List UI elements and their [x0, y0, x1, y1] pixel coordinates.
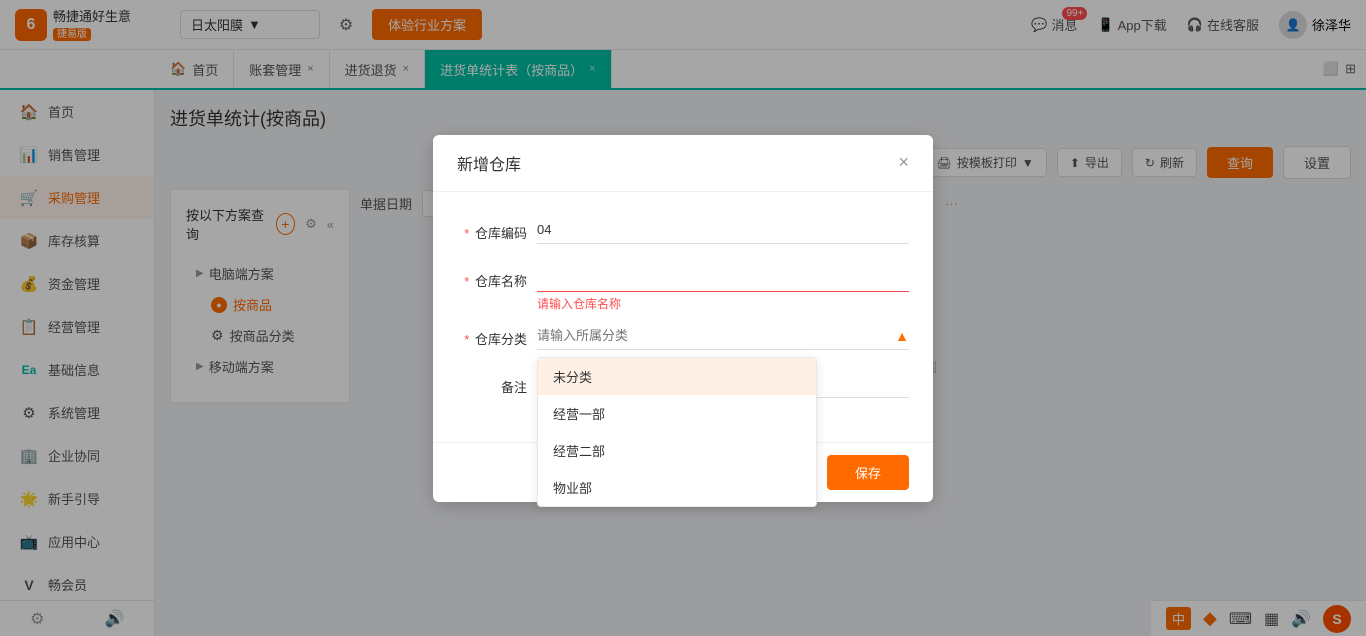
dropdown-item-dept2[interactable]: 经营二部	[538, 432, 816, 469]
dropdown-item-none[interactable]: 未分类	[538, 358, 816, 395]
add-warehouse-modal: 新增仓库 × * 仓库编码 * 仓库名称 请输入仓库名称	[433, 135, 933, 502]
category-select-wrapper: ▲ 未分类 经营一部 经营二部 物业部	[537, 322, 909, 350]
required-star2: *	[464, 274, 469, 289]
save-button[interactable]: 保存	[827, 455, 909, 490]
category-label: * 仓库分类	[457, 322, 537, 348]
name-input[interactable]	[537, 264, 909, 292]
modal-body: * 仓库编码 * 仓库名称 请输入仓库名称 *	[433, 192, 933, 442]
category-input[interactable]	[537, 322, 909, 350]
name-input-wrapper: 请输入仓库名称	[537, 264, 909, 292]
category-dropdown-icon[interactable]: ▲	[895, 328, 909, 344]
note-label: 备注	[457, 370, 537, 396]
name-error-message: 请输入仓库名称	[537, 295, 621, 312]
modal-close-button[interactable]: ×	[898, 152, 909, 173]
modal-overlay: 新增仓库 × * 仓库编码 * 仓库名称 请输入仓库名称	[0, 0, 1366, 636]
category-dropdown: 未分类 经营一部 经营二部 物业部	[537, 357, 817, 507]
code-label: * 仓库编码	[457, 216, 537, 242]
dropdown-item-dept1[interactable]: 经营一部	[538, 395, 816, 432]
modal-header: 新增仓库 ×	[433, 135, 933, 192]
dropdown-item-property[interactable]: 物业部	[538, 469, 816, 506]
required-star: *	[464, 226, 469, 241]
name-field-row: * 仓库名称 请输入仓库名称	[457, 264, 909, 292]
modal-title: 新增仓库	[457, 151, 521, 175]
name-label: * 仓库名称	[457, 264, 537, 290]
category-field-row: * 仓库分类 ▲ 未分类 经营一部 经营二部	[457, 322, 909, 350]
code-field-row: * 仓库编码	[457, 216, 909, 244]
code-input[interactable]	[537, 216, 909, 244]
required-star3: *	[464, 332, 469, 347]
